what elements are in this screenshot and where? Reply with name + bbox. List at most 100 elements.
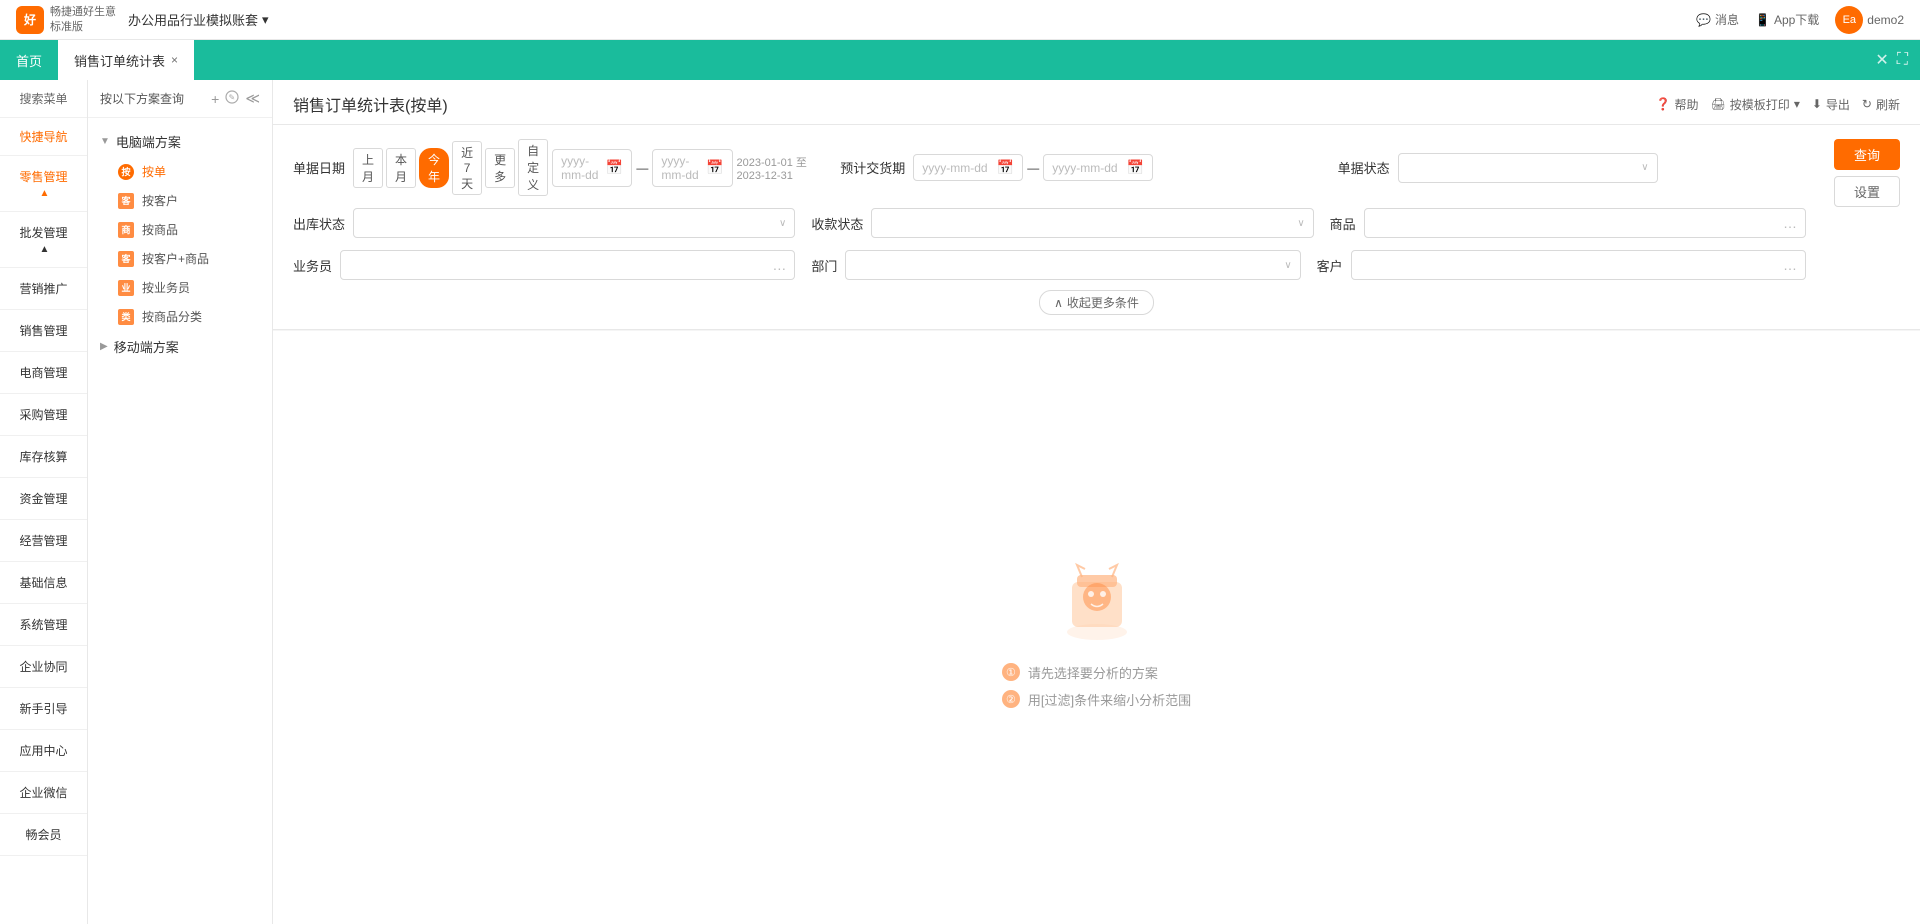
- tab-close-icon[interactable]: ×: [171, 53, 178, 67]
- goods-input[interactable]: …: [1364, 208, 1806, 238]
- by-order-icon: 按: [118, 164, 134, 180]
- sidebar-item-purchase[interactable]: 采购管理: [0, 394, 87, 436]
- tree-item-by-salesperson[interactable]: 业 按业务员: [88, 273, 272, 302]
- pay-status-label: 收款状态: [811, 214, 863, 233]
- empty-tip-1: ① 请先选择要分析的方案: [1002, 663, 1191, 682]
- sidebar-item-sales[interactable]: 销售管理: [0, 310, 87, 352]
- svg-text:✎: ✎: [229, 93, 236, 102]
- collapse-panel-btn[interactable]: ≪: [245, 90, 260, 107]
- message-action[interactable]: 💬 消息: [1696, 11, 1739, 28]
- tree-mobile-expand-icon: ▶: [100, 341, 108, 352]
- calendar-start-icon[interactable]: 📅: [606, 159, 623, 176]
- user-action[interactable]: Ea demo2: [1835, 6, 1904, 34]
- sidebar-item-operations[interactable]: 经营管理: [0, 520, 87, 562]
- sidebar-quick-nav[interactable]: 快捷导航: [0, 118, 87, 156]
- collapse-more-btn[interactable]: ∧ 收起更多条件: [1039, 290, 1154, 315]
- page-actions: ❓ 帮助 🖨 按模板打印 ▾ ⬇ 导出 ↻ 刷新: [1656, 96, 1900, 113]
- message-icon: 💬: [1696, 13, 1711, 27]
- help-btn[interactable]: ❓ 帮助: [1656, 96, 1699, 113]
- tree-area: ▼ 电脑端方案 按 按单 客 按客户 商 按商品 客 按客户+商品: [88, 118, 272, 924]
- date-btn-custom[interactable]: 自定义: [518, 139, 548, 196]
- date-btn-last-month[interactable]: 上月: [353, 148, 383, 188]
- date-end-input[interactable]: yyyy-mm-dd 📅: [652, 149, 732, 187]
- pay-status-select[interactable]: ∨: [871, 208, 1313, 238]
- btn-group-right: 查询 设置: [1834, 139, 1900, 207]
- window-close-btn[interactable]: ✕: [1875, 50, 1888, 70]
- tree-item-by-goods[interactable]: 商 按商品: [88, 215, 272, 244]
- goods-dots-icon: …: [1783, 215, 1797, 231]
- tree-item-by-order[interactable]: 按 按单: [88, 157, 272, 186]
- refresh-btn[interactable]: ↻ 刷新: [1862, 96, 1900, 113]
- tree-parent-pc[interactable]: ▼ 电脑端方案: [88, 126, 272, 157]
- predicted-date-label: 预计交货期: [840, 158, 905, 177]
- sidebar-item-member[interactable]: 畅会员: [0, 814, 87, 856]
- salesperson-input[interactable]: …: [340, 250, 795, 280]
- template-print-btn[interactable]: 🖨 按模板打印 ▾: [1711, 96, 1800, 113]
- app-download-action[interactable]: 📱 App下载: [1755, 11, 1819, 28]
- top-header: 好 畅捷通好生意 标准版 办公用品行业模拟账套 ▾ 💬 消息 📱 App下载 E…: [0, 0, 1920, 40]
- dept-label: 部门: [811, 256, 837, 275]
- salesperson-dots-icon: …: [772, 257, 786, 273]
- customer-input[interactable]: …: [1351, 250, 1806, 280]
- dept-select[interactable]: ∨: [845, 250, 1300, 280]
- sidebar-item-appcenter[interactable]: 应用中心: [0, 730, 87, 772]
- tree-item-by-customer-goods[interactable]: 客 按客户+商品: [88, 244, 272, 273]
- predicted-date-end[interactable]: yyyy-mm-dd 📅: [1043, 154, 1153, 181]
- collapse-up-icon: ∧: [1054, 296, 1063, 310]
- header-right: 💬 消息 📱 App下载 Ea demo2: [1696, 6, 1904, 34]
- print-dropdown-icon: ▾: [1794, 97, 1800, 111]
- sidebar-item-inventory[interactable]: 库存核算: [0, 436, 87, 478]
- tab-bar: 首页 销售订单统计表 × ✕ ⛶: [0, 40, 1920, 80]
- sidebar-item-guide[interactable]: 新手引导: [0, 688, 87, 730]
- logo-icon: 好: [16, 6, 44, 34]
- date-btn-more[interactable]: 更多: [485, 148, 515, 188]
- status-select[interactable]: ∨: [1398, 153, 1658, 183]
- tree-parent-mobile[interactable]: ▶ 移动端方案: [88, 331, 272, 362]
- pred-cal-start-icon[interactable]: 📅: [997, 159, 1014, 176]
- date-btn-this-month[interactable]: 本月: [386, 148, 416, 188]
- sidebar-item-finance[interactable]: 资金管理: [0, 478, 87, 520]
- sidebar-item-basic[interactable]: 基础信息: [0, 562, 87, 604]
- add-scheme-btn[interactable]: +: [211, 91, 219, 107]
- empty-illustration: [1047, 547, 1147, 647]
- empty-tips: ① 请先选择要分析的方案 ② 用[过滤]条件来缩小分析范围: [1002, 663, 1191, 709]
- date-separator: —: [636, 161, 648, 175]
- sidebar-item-retail[interactable]: 零售管理 ▲: [0, 156, 87, 212]
- app-selector[interactable]: 办公用品行业模拟账套 ▾: [128, 10, 269, 29]
- page-title: 销售订单统计表(按单): [293, 92, 448, 116]
- window-maximize-btn[interactable]: ⛶: [1897, 51, 1908, 69]
- date-start-input[interactable]: yyyy-mm-dd 📅: [552, 149, 632, 187]
- print-icon: 🖨: [1711, 97, 1726, 111]
- sidebar-item-marketing[interactable]: 营销推广: [0, 268, 87, 310]
- calendar-end-icon[interactable]: 📅: [706, 159, 723, 176]
- edit-scheme-btn[interactable]: ✎: [225, 90, 239, 107]
- date-btn-7days[interactable]: 近7天: [452, 141, 482, 195]
- settings-button[interactable]: 设置: [1834, 176, 1900, 207]
- empty-tip-2: ② 用[过滤]条件来缩小分析范围: [1002, 690, 1191, 709]
- tree-item-by-category[interactable]: 类 按商品分类: [88, 302, 272, 331]
- tree-item-by-customer[interactable]: 客 按客户: [88, 186, 272, 215]
- predicted-date-start[interactable]: yyyy-mm-dd 📅: [913, 154, 1023, 181]
- content-area: 按以下方案查询 + ✎ ≪ ▼ 电脑端方案 按 按单: [88, 80, 1920, 924]
- out-status-select[interactable]: ∨: [353, 208, 795, 238]
- date-btn-this-year[interactable]: 今年: [419, 148, 449, 188]
- by-salesperson-icon: 业: [118, 280, 134, 296]
- by-goods-icon: 商: [118, 222, 134, 238]
- pay-status-arrow: ∨: [1297, 218, 1304, 229]
- goods-label: 商品: [1330, 214, 1356, 233]
- tab-home[interactable]: 首页: [0, 40, 58, 80]
- query-button[interactable]: 查询: [1834, 139, 1900, 170]
- customer-label: 客户: [1317, 256, 1343, 275]
- pred-date-sep: —: [1027, 161, 1039, 175]
- sidebar-item-enterprise[interactable]: 企业协同: [0, 646, 87, 688]
- tab-current[interactable]: 销售订单统计表 ×: [58, 40, 194, 80]
- export-btn[interactable]: ⬇ 导出: [1812, 96, 1850, 113]
- wholesale-arrow-icon: ▲: [40, 244, 50, 255]
- sidebar-item-system[interactable]: 系统管理: [0, 604, 87, 646]
- pred-cal-end-icon[interactable]: 📅: [1127, 159, 1144, 176]
- sidebar-item-wholesale[interactable]: 批发管理 ▲: [0, 212, 87, 268]
- salesperson-label: 业务员: [293, 256, 332, 275]
- sidebar-search[interactable]: 搜索菜单: [0, 80, 87, 118]
- sidebar-item-wechat[interactable]: 企业微信: [0, 772, 87, 814]
- sidebar-item-ecommerce[interactable]: 电商管理: [0, 352, 87, 394]
